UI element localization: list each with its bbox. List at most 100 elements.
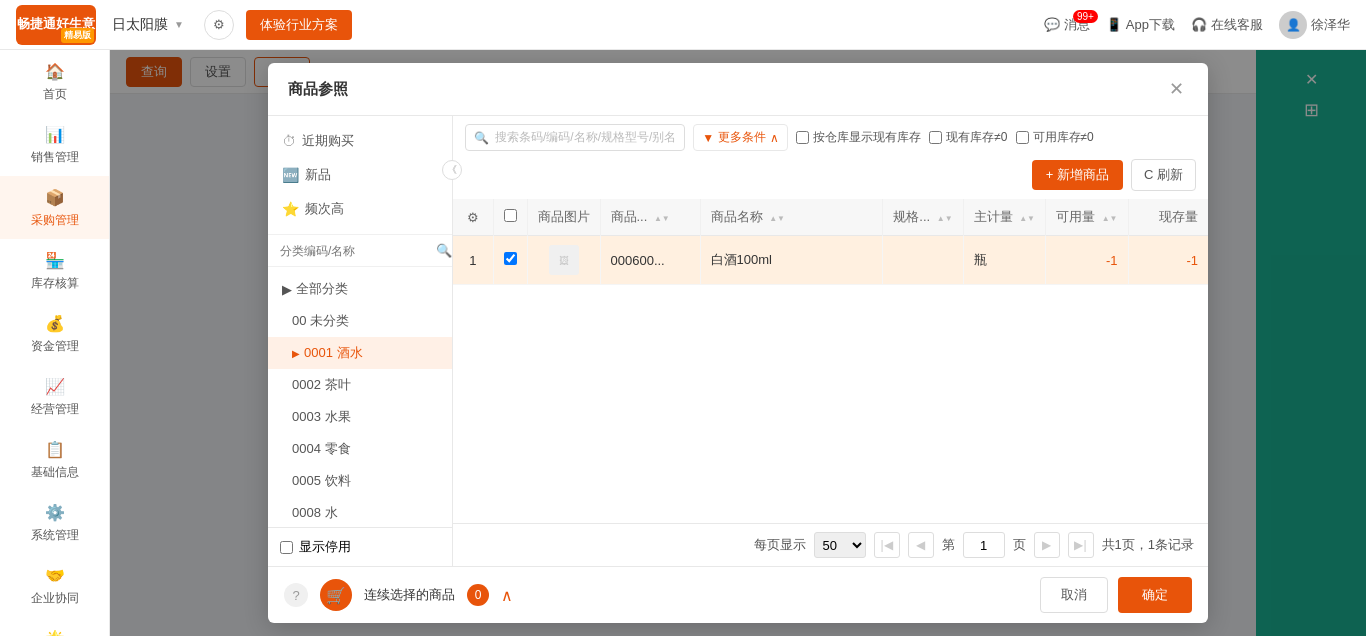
continuous-select-label: 连续选择的商品 bbox=[364, 586, 455, 604]
trial-btn[interactable]: 体验行业方案 bbox=[246, 10, 352, 40]
sidebar-label: 库存核算 bbox=[31, 275, 79, 292]
modal-close-icon[interactable]: ✕ bbox=[1164, 77, 1188, 101]
search-placeholder: 搜索条码/编码/名称/规格型号/别名 bbox=[495, 129, 676, 146]
tab-freq[interactable]: ⭐ 频次高 bbox=[268, 192, 452, 226]
sidebar-label: 采购管理 bbox=[31, 212, 79, 229]
user-profile[interactable]: 👤 徐泽华 bbox=[1279, 11, 1350, 39]
sidebar-item-guide[interactable]: 🌟 新手引导 bbox=[0, 617, 109, 636]
first-page-btn[interactable]: |◀ bbox=[874, 532, 900, 558]
sidebar-label: 经营管理 bbox=[31, 401, 79, 418]
sidebar-item-basic-info[interactable]: 📋 基础信息 bbox=[0, 428, 109, 491]
search-bar-icon: 🔍 bbox=[474, 131, 489, 145]
th-img[interactable]: 商品图片 bbox=[527, 199, 600, 236]
category-0001[interactable]: ▶ 0001 酒水 bbox=[268, 337, 452, 369]
recent-icon: ⏱ bbox=[282, 133, 296, 149]
sort-unit-icon: ▲▼ bbox=[1019, 215, 1035, 223]
stock-nonzero-filter[interactable]: 现有库存≠0 bbox=[929, 129, 1007, 146]
store-name: 日太阳膜 bbox=[112, 16, 168, 34]
tab-new[interactable]: 🆕 新品 bbox=[268, 158, 452, 192]
collapse-panel-btn[interactable]: 《 bbox=[442, 160, 462, 180]
sidebar-item-home[interactable]: 🏠 首页 bbox=[0, 50, 109, 113]
online-service-btn[interactable]: 🎧 在线客服 bbox=[1191, 16, 1263, 34]
category-search-input[interactable] bbox=[280, 244, 430, 258]
show-disabled-label: 显示停用 bbox=[299, 538, 351, 556]
sort-name-icon: ▲▼ bbox=[769, 215, 785, 223]
collapse-up-icon[interactable]: ∧ bbox=[501, 586, 513, 605]
cell-spec bbox=[883, 236, 963, 285]
finance-icon: 💰 bbox=[44, 312, 66, 334]
sidebar-item-operations[interactable]: 📈 经营管理 bbox=[0, 365, 109, 428]
store-selector[interactable]: 日太阳膜 ▼ bbox=[112, 16, 184, 34]
sidebar-label: 资金管理 bbox=[31, 338, 79, 355]
th-spec[interactable]: 规格... ▲▼ bbox=[883, 199, 963, 236]
category-0005[interactable]: 0005 饮料 bbox=[268, 465, 452, 497]
last-page-btn[interactable]: ▶| bbox=[1068, 532, 1094, 558]
sidebar-item-enterprise[interactable]: 🤝 企业协同 bbox=[0, 554, 109, 617]
help-icon[interactable]: ? bbox=[284, 583, 308, 607]
row-checkbox[interactable] bbox=[504, 252, 517, 265]
add-goods-btn[interactable]: + 新增商品 bbox=[1032, 160, 1123, 190]
prev-page-btn[interactable]: ◀ bbox=[908, 532, 934, 558]
category-00[interactable]: 00 未分类 bbox=[268, 305, 452, 337]
modal-right-panel: 🔍 搜索条码/编码/名称/规格型号/别名 ▼ 更多条件 ∧ 按仓库显示现有库存 bbox=[453, 116, 1208, 566]
avail-nonzero-checkbox[interactable] bbox=[1016, 131, 1029, 144]
th-stock[interactable]: 现存量 bbox=[1128, 199, 1208, 236]
modal-footer: ? 🛒 连续选择的商品 0 ∧ 取消 确定 bbox=[268, 566, 1208, 623]
avail-nonzero-filter[interactable]: 可用库存≠0 bbox=[1016, 129, 1094, 146]
per-page-select[interactable]: 50 100 200 bbox=[814, 532, 866, 558]
cart-icon[interactable]: 🛒 bbox=[320, 579, 352, 611]
app-download-btn[interactable]: 📱 App下载 bbox=[1106, 16, 1175, 34]
confirm-button[interactable]: 确定 bbox=[1118, 577, 1192, 613]
next-page-btn[interactable]: ▶ bbox=[1034, 532, 1060, 558]
app-logo: 畅捷通好生意 精易版 bbox=[16, 5, 96, 45]
category-0004[interactable]: 0004 零食 bbox=[268, 433, 452, 465]
sidebar-item-purchase[interactable]: 📦 采购管理 bbox=[0, 176, 109, 239]
category-0002[interactable]: 0002 茶叶 bbox=[268, 369, 452, 401]
category-0003[interactable]: 0003 水果 bbox=[268, 401, 452, 433]
category-0008[interactable]: 0008 水 bbox=[268, 497, 452, 527]
th-unit[interactable]: 主计量 ▲▼ bbox=[963, 199, 1045, 236]
th-checkbox[interactable] bbox=[493, 199, 527, 236]
stock-nonzero-checkbox[interactable] bbox=[929, 131, 942, 144]
sidebar-item-sales[interactable]: 📊 销售管理 bbox=[0, 113, 109, 176]
warehouse-filter[interactable]: 按仓库显示现有库存 bbox=[796, 129, 921, 146]
more-filter-btn[interactable]: ▼ 更多条件 ∧ bbox=[693, 124, 788, 151]
th-name[interactable]: 商品名称 ▲▼ bbox=[700, 199, 883, 236]
purchase-icon: 📦 bbox=[44, 186, 66, 208]
page-label: 第 bbox=[942, 536, 955, 554]
select-all-checkbox[interactable] bbox=[504, 209, 517, 222]
store-arrow-icon: ▼ bbox=[174, 19, 184, 30]
show-disabled-checkbox[interactable] bbox=[280, 541, 293, 554]
selected-count-badge: 0 bbox=[467, 584, 489, 606]
operations-icon: 📈 bbox=[44, 375, 66, 397]
modal-overlay: 商品参照 ✕ ⏱ 近期购买 🆕 新 bbox=[110, 50, 1366, 636]
goods-search-bar[interactable]: 🔍 搜索条码/编码/名称/规格型号/别名 bbox=[465, 124, 685, 151]
sidebar-label: 首页 bbox=[43, 86, 67, 103]
tab-freq-label: 频次高 bbox=[305, 200, 344, 218]
tab-recent[interactable]: ⏱ 近期购买 bbox=[268, 124, 452, 158]
sidebar-label: 基础信息 bbox=[31, 464, 79, 481]
cell-check[interactable] bbox=[493, 236, 527, 285]
sidebar-item-system[interactable]: ⚙️ 系统管理 bbox=[0, 491, 109, 554]
th-avail[interactable]: 可用量 ▲▼ bbox=[1046, 199, 1128, 236]
tab-recent-label: 近期购买 bbox=[302, 132, 354, 150]
category-search-icon[interactable]: 🔍 bbox=[436, 243, 452, 258]
th-code[interactable]: 商品... ▲▼ bbox=[600, 199, 700, 236]
sort-avail-icon: ▲▼ bbox=[1102, 215, 1118, 223]
page-input[interactable] bbox=[963, 532, 1005, 558]
th-gear[interactable]: ⚙ bbox=[453, 199, 493, 236]
inventory-icon: 🏪 bbox=[44, 249, 66, 271]
settings-icon[interactable]: ⚙ bbox=[204, 10, 234, 40]
cancel-button[interactable]: 取消 bbox=[1040, 577, 1108, 613]
messages-btn[interactable]: 💬 消息 99+ bbox=[1044, 16, 1090, 34]
category-all[interactable]: ▶ 全部分类 bbox=[268, 273, 452, 305]
footer-left: ? 🛒 连续选择的商品 0 ∧ bbox=[284, 579, 513, 611]
sidebar-item-finance[interactable]: 💰 资金管理 bbox=[0, 302, 109, 365]
cell-unit: 瓶 bbox=[963, 236, 1045, 285]
table-row[interactable]: 1 🖼 000600... 白酒100ml 瓶 bbox=[453, 236, 1208, 285]
warehouse-checkbox[interactable] bbox=[796, 131, 809, 144]
sidebar-item-inventory[interactable]: 🏪 库存核算 bbox=[0, 239, 109, 302]
footer-right: 取消 确定 bbox=[1040, 577, 1192, 613]
messages-badge: 99+ bbox=[1073, 10, 1098, 23]
refresh-goods-btn[interactable]: C 刷新 bbox=[1131, 159, 1196, 191]
